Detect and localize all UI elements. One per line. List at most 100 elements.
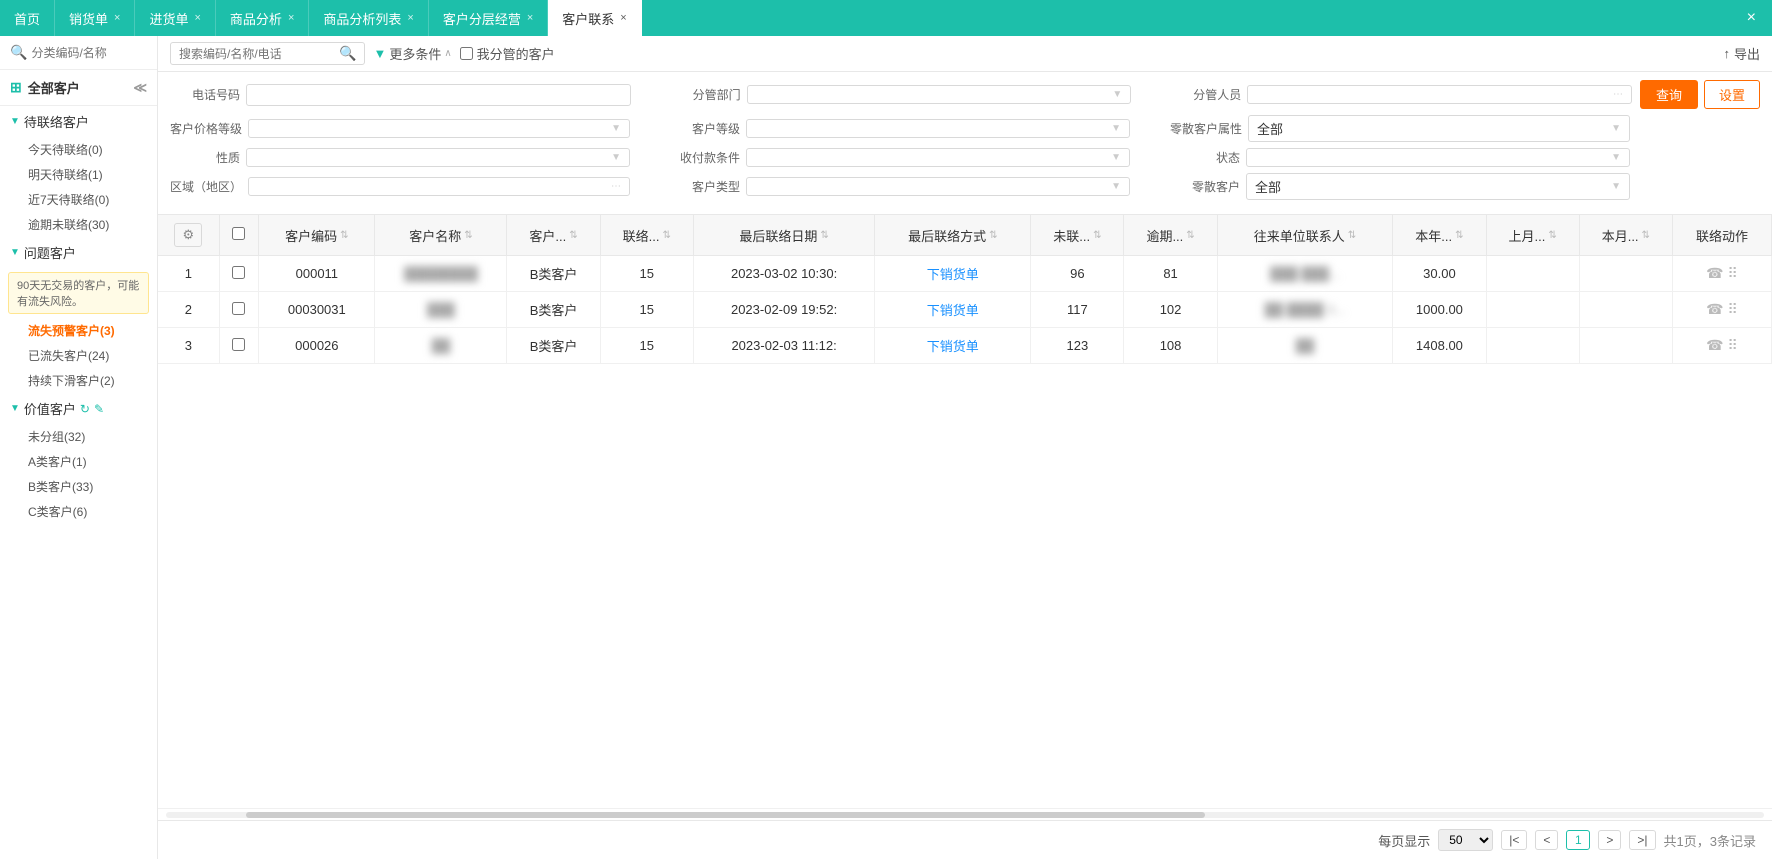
cell-last-method: 下销货单: [875, 256, 1031, 292]
col-code[interactable]: 客户编码⇅: [259, 215, 375, 256]
sidebar-root-label: 全部客户: [28, 78, 80, 97]
tab-customer-contact[interactable]: 客户联系 ×: [548, 0, 641, 36]
last-method-link[interactable]: 下销货单: [927, 339, 979, 354]
filter-zero-attr: 零散客户属性 全部 ▼: [1170, 115, 1630, 142]
close-icon[interactable]: ×: [288, 12, 294, 24]
tab-customer-layer[interactable]: 客户分层经营 ×: [429, 0, 548, 36]
price-level-select[interactable]: ▼: [248, 119, 630, 138]
price-level-label: 客户价格等级: [170, 120, 242, 137]
col-no-contact[interactable]: 未联...⇅: [1031, 215, 1124, 256]
customer-type-select[interactable]: ▼: [746, 177, 1130, 196]
zero-customer-select[interactable]: 全部 ▼: [1246, 173, 1630, 200]
close-icon[interactable]: ×: [194, 12, 200, 24]
cell-checkbox: [219, 328, 259, 364]
my-customers-checkbox[interactable]: 我分管的客户: [460, 44, 555, 63]
close-icon[interactable]: ×: [407, 12, 413, 24]
contact-icon[interactable]: ☎: [1706, 301, 1723, 318]
tab-purchase[interactable]: 进货单 ×: [135, 0, 215, 36]
status-select[interactable]: ▼: [1246, 148, 1630, 167]
sidebar-item-ungrouped[interactable]: 未分组(32): [18, 424, 157, 449]
current-page: 1: [1566, 830, 1590, 850]
customer-level-label: 客户等级: [670, 120, 740, 137]
cell-code: 000026: [259, 328, 375, 364]
scrollbar-thumb[interactable]: [246, 812, 1205, 818]
close-icon[interactable]: ×: [620, 12, 626, 24]
row-checkbox[interactable]: [232, 302, 245, 315]
search-button[interactable]: 🔍: [339, 45, 356, 62]
page-size-select[interactable]: 50 100 200: [1438, 829, 1493, 851]
window-close-button[interactable]: ×: [1731, 9, 1772, 27]
contact-icon[interactable]: ☎: [1706, 337, 1723, 354]
col-this-year[interactable]: 本年...⇅: [1393, 215, 1486, 256]
manager-select[interactable]: ⋯: [1247, 85, 1632, 104]
more-action-icon[interactable]: ⠿: [1728, 337, 1738, 354]
filter-search-input[interactable]: [179, 47, 339, 61]
tab-home[interactable]: 首页: [0, 0, 55, 36]
sidebar-search-input[interactable]: [31, 46, 158, 60]
first-page-button[interactable]: |<: [1501, 830, 1527, 850]
tab-analysis[interactable]: 商品分析 ×: [216, 0, 309, 36]
cell-last-method: 下销货单: [875, 328, 1031, 364]
cell-last-month: [1486, 292, 1579, 328]
my-customers-check[interactable]: [460, 47, 473, 60]
zero-attr-select[interactable]: 全部 ▼: [1248, 115, 1630, 142]
nature-select[interactable]: ▼: [246, 148, 630, 167]
sidebar-group-value-title[interactable]: ▼ 价值客户 ↻ ✎: [0, 393, 157, 424]
region-select[interactable]: ⋯: [248, 177, 630, 196]
close-icon[interactable]: ×: [527, 12, 533, 24]
collapse-icon[interactable]: ≪: [133, 80, 147, 96]
tab-analysis-list[interactable]: 商品分析列表 ×: [309, 0, 428, 36]
col-last-method[interactable]: 最后联络方式⇅: [875, 215, 1031, 256]
refresh-icon[interactable]: ↻: [80, 402, 90, 416]
cell-overdue: 102: [1124, 292, 1217, 328]
sidebar-item-class-c[interactable]: C类客户(6): [18, 499, 157, 524]
last-page-button[interactable]: >|: [1629, 830, 1655, 850]
row-checkbox[interactable]: [232, 266, 245, 279]
col-overdue[interactable]: 逾期...⇅: [1124, 215, 1217, 256]
sidebar-item-today[interactable]: 今天待联络(0): [18, 137, 157, 162]
last-method-link[interactable]: 下销货单: [927, 267, 979, 282]
dept-select[interactable]: ▼: [747, 85, 1132, 104]
more-action-icon[interactable]: ⠿: [1728, 265, 1738, 282]
phone-input[interactable]: [246, 84, 631, 106]
customer-level-select[interactable]: ▼: [746, 119, 1130, 138]
prev-page-button[interactable]: <: [1535, 830, 1558, 850]
sidebar-group-pending-title[interactable]: ▼ 待联络客户: [0, 106, 157, 137]
filter-price-level: 客户价格等级 ▼: [170, 119, 630, 138]
payment-select[interactable]: ▼: [746, 148, 1130, 167]
edit-icon[interactable]: ✎: [94, 402, 104, 416]
sidebar-item-week[interactable]: 近7天待联络(0): [18, 187, 157, 212]
chevron-down-icon: ▼: [1611, 123, 1621, 134]
sidebar-item-churned[interactable]: 已流失客户(24): [18, 343, 157, 368]
col-this-month[interactable]: 本月...⇅: [1579, 215, 1672, 256]
col-customer-type[interactable]: 客户...⇅: [507, 215, 600, 256]
sidebar-item-class-b[interactable]: B类客户(33): [18, 474, 157, 499]
filter-more-conditions[interactable]: ▼ 更多条件 ∧: [373, 44, 451, 63]
sidebar-item-overdue[interactable]: 逾期未联络(30): [18, 212, 157, 237]
sort-icon: ⇅: [820, 230, 828, 241]
more-action-icon[interactable]: ⠿: [1728, 301, 1738, 318]
gear-button[interactable]: ⚙: [174, 223, 202, 247]
tab-sales[interactable]: 销货单 ×: [55, 0, 135, 36]
sidebar-item-class-a[interactable]: A类客户(1): [18, 449, 157, 474]
query-button[interactable]: 查询: [1640, 80, 1698, 109]
setting-button[interactable]: 设置: [1704, 80, 1760, 109]
col-last-month[interactable]: 上月...⇅: [1486, 215, 1579, 256]
sidebar-group-problem-title[interactable]: ▼ 问题客户: [0, 237, 157, 268]
export-button[interactable]: ↑ 导出: [1723, 44, 1760, 63]
next-page-button[interactable]: >: [1598, 830, 1621, 850]
col-unit-contact[interactable]: 往来单位联系人⇅: [1217, 215, 1393, 256]
select-all-checkbox[interactable]: [232, 227, 245, 240]
col-name[interactable]: 客户名称⇅: [375, 215, 507, 256]
chevron-down-icon: ▼: [611, 123, 621, 134]
contact-icon[interactable]: ☎: [1706, 265, 1723, 282]
close-icon[interactable]: ×: [114, 12, 120, 24]
last-method-link[interactable]: 下销货单: [927, 303, 979, 318]
col-contact-count[interactable]: 联络...⇅: [600, 215, 693, 256]
sidebar-item-declining[interactable]: 持续下滑客户(2): [18, 368, 157, 393]
region-label: 区域（地区）: [170, 178, 242, 195]
sidebar-item-tomorrow[interactable]: 明天待联络(1): [18, 162, 157, 187]
col-last-date[interactable]: 最后联络日期⇅: [693, 215, 875, 256]
sidebar-item-churn-warning[interactable]: 流失预警客户(3): [18, 318, 157, 343]
row-checkbox[interactable]: [232, 338, 245, 351]
